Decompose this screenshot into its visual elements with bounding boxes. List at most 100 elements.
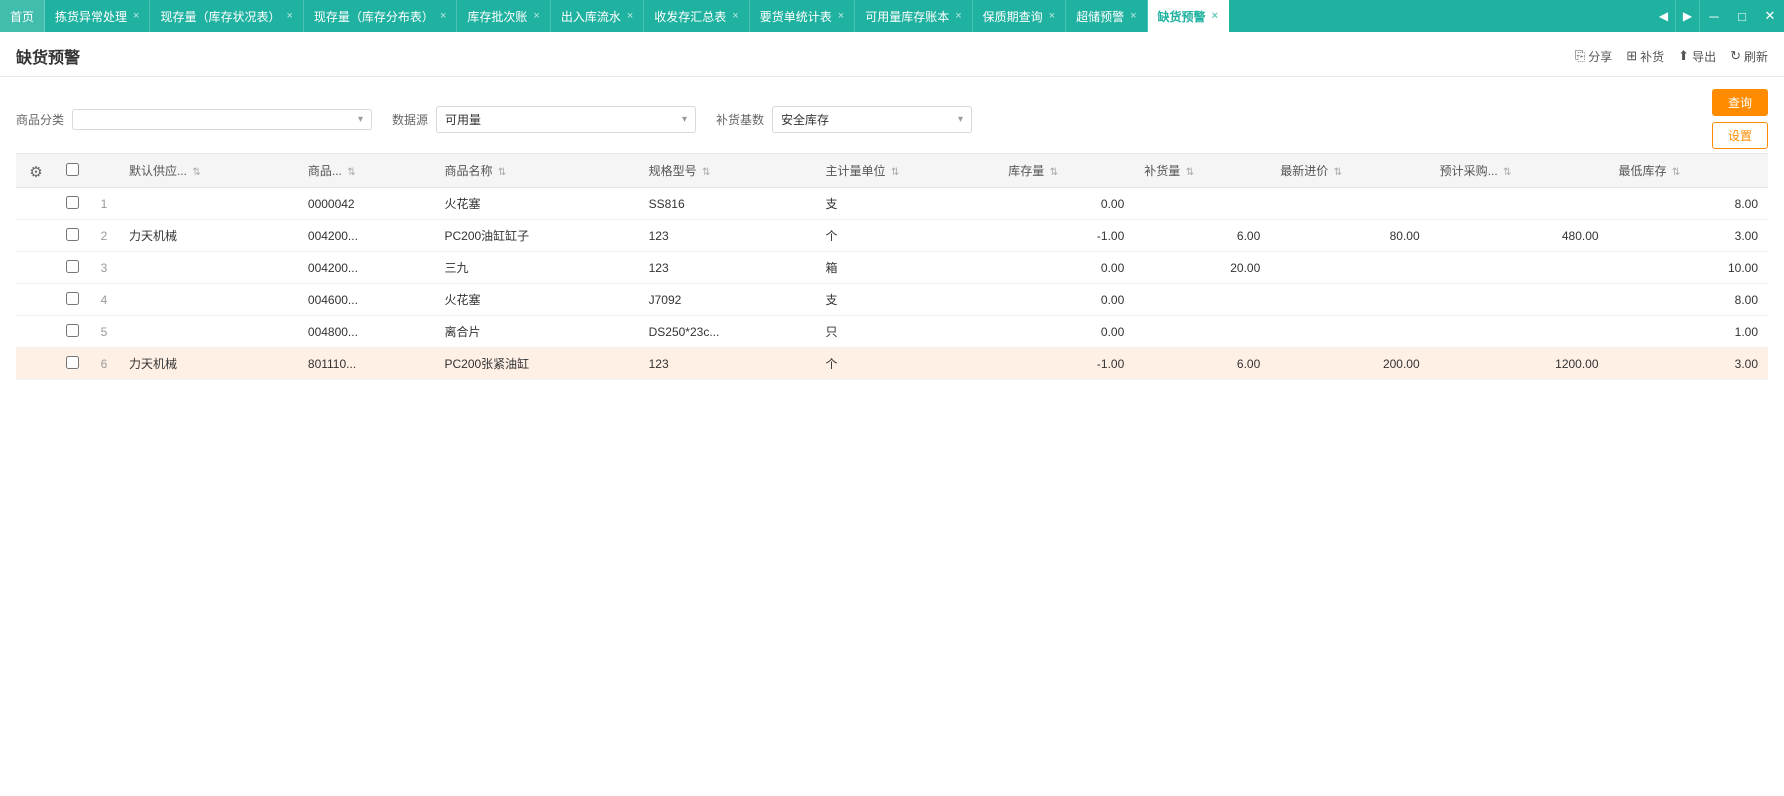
row-stock-qty-cell: 0.00 bbox=[998, 284, 1134, 316]
tab-order-stats[interactable]: 要货单统计表 × bbox=[750, 0, 855, 32]
tab-shortage-close[interactable]: × bbox=[1212, 10, 1218, 22]
share-button[interactable]: ⎘ 分享 bbox=[1575, 48, 1612, 65]
tab-picking-label: 拣货异常处理 bbox=[55, 8, 127, 25]
tab-stock-dist-label: 现存量（库存分布表） bbox=[314, 8, 434, 25]
row-latest-price-cell bbox=[1270, 316, 1429, 348]
select-all-checkbox[interactable] bbox=[66, 163, 79, 176]
col-replenish-qty[interactable]: 补货量 ⇅ bbox=[1134, 154, 1270, 188]
tab-picking[interactable]: 拣货异常处理 × bbox=[45, 0, 150, 32]
row-checkbox-4[interactable] bbox=[66, 324, 79, 337]
col-product-name[interactable]: 商品名称 ⇅ bbox=[434, 154, 638, 188]
tab-available-label: 可用量库存账本 bbox=[865, 8, 949, 25]
tab-next-button[interactable]: ▶ bbox=[1676, 0, 1700, 32]
datasource-select-value: 可用量 bbox=[445, 111, 682, 128]
window-maximize-button[interactable]: □ bbox=[1728, 0, 1756, 32]
tab-prev-button[interactable]: ◀ bbox=[1652, 0, 1676, 32]
row-num-cell: 6 bbox=[89, 348, 119, 380]
tab-order-stats-close[interactable]: × bbox=[838, 10, 844, 22]
col-unit-sort-icon: ⇅ bbox=[891, 167, 899, 178]
tab-stock-dist[interactable]: 现存量（库存分布表） × bbox=[304, 0, 457, 32]
row-spec-cell: 123 bbox=[639, 252, 816, 284]
page-header: 缺货预警 ⎘ 分享 ⊞ 补货 ⬆ 导出 ↻ 刷新 bbox=[0, 32, 1784, 77]
tab-batch-close[interactable]: × bbox=[533, 10, 539, 22]
row-product-code-cell: 004800... bbox=[298, 316, 435, 348]
col-unit[interactable]: 主计量单位 ⇅ bbox=[815, 154, 998, 188]
tab-stock-status[interactable]: 现存量（库存状况表） × bbox=[150, 0, 303, 32]
col-default-supplier[interactable]: 默认供应... ⇅ bbox=[119, 154, 298, 188]
gear-icon[interactable]: ⚙ bbox=[28, 163, 44, 179]
row-checkbox-cell[interactable] bbox=[56, 252, 89, 284]
col-spec[interactable]: 规格型号 ⇅ bbox=[639, 154, 816, 188]
window-minimize-button[interactable]: － bbox=[1700, 0, 1728, 32]
tab-available[interactable]: 可用量库存账本 × bbox=[855, 0, 972, 32]
row-product-name-cell: PC200油缸缸子 bbox=[434, 220, 638, 252]
query-button[interactable]: 查询 bbox=[1712, 89, 1768, 116]
table-row: 3 004200... 三九 123 箱 0.00 20.00 10.00 bbox=[16, 252, 1768, 284]
row-checkbox-cell[interactable] bbox=[56, 316, 89, 348]
row-checkbox-cell[interactable] bbox=[56, 284, 89, 316]
tab-summary-label: 收发存汇总表 bbox=[654, 8, 726, 25]
tab-picking-close[interactable]: × bbox=[133, 10, 139, 22]
tab-stock-dist-close[interactable]: × bbox=[440, 10, 446, 22]
datasource-select[interactable]: 可用量 ▾ bbox=[436, 106, 696, 133]
row-checkbox-3[interactable] bbox=[66, 292, 79, 305]
tab-batch-label: 库存批次账 bbox=[467, 8, 527, 25]
tab-summary-close[interactable]: × bbox=[732, 10, 738, 22]
col-gear[interactable]: ⚙ bbox=[16, 154, 56, 188]
tab-overstock-close[interactable]: × bbox=[1130, 10, 1136, 22]
replenish-button[interactable]: ⊞ 补货 bbox=[1626, 48, 1664, 65]
category-select[interactable]: ▾ bbox=[72, 109, 372, 130]
replenish-base-chevron-icon: ▾ bbox=[958, 114, 963, 125]
col-min-stock[interactable]: 最低库存 ⇅ bbox=[1609, 154, 1768, 188]
tab-inout[interactable]: 出入库流水 × bbox=[551, 0, 644, 32]
row-checkbox-cell[interactable] bbox=[56, 188, 89, 220]
row-checkbox-1[interactable] bbox=[66, 228, 79, 241]
col-latest-price[interactable]: 最新进价 ⇅ bbox=[1270, 154, 1429, 188]
col-stock-qty[interactable]: 库存量 ⇅ bbox=[998, 154, 1134, 188]
replenish-base-select[interactable]: 安全库存 ▾ bbox=[772, 106, 972, 133]
row-supplier-cell bbox=[119, 316, 298, 348]
col-product-code[interactable]: 商品... ⇅ bbox=[298, 154, 435, 188]
row-checkbox-cell[interactable] bbox=[56, 348, 89, 380]
row-product-name-cell: 火花塞 bbox=[434, 284, 638, 316]
tab-inout-close[interactable]: × bbox=[627, 10, 633, 22]
col-estimated-purchase[interactable]: 预计采购... ⇅ bbox=[1430, 154, 1609, 188]
row-min-stock-cell: 3.00 bbox=[1609, 348, 1768, 380]
tab-home[interactable]: 首页 bbox=[0, 0, 45, 32]
category-chevron-icon: ▾ bbox=[358, 114, 363, 125]
category-filter-group: 商品分类 ▾ bbox=[16, 109, 372, 130]
tab-order-stats-label: 要货单统计表 bbox=[760, 8, 832, 25]
settings-button[interactable]: 设置 bbox=[1712, 122, 1768, 149]
refresh-button[interactable]: ↻ 刷新 bbox=[1730, 48, 1768, 65]
row-product-code-cell: 004200... bbox=[298, 220, 435, 252]
tab-batch[interactable]: 库存批次账 × bbox=[457, 0, 550, 32]
row-checkbox-0[interactable] bbox=[66, 196, 79, 209]
table-row: 2 力天机械 004200... PC200油缸缸子 123 个 -1.00 6… bbox=[16, 220, 1768, 252]
tab-inout-label: 出入库流水 bbox=[561, 8, 621, 25]
row-checkbox-5[interactable] bbox=[66, 356, 79, 369]
tab-overstock[interactable]: 超储预警 × bbox=[1066, 0, 1147, 32]
row-gear-cell bbox=[16, 252, 56, 284]
tab-shelf-life-close[interactable]: × bbox=[1049, 10, 1055, 22]
tab-summary[interactable]: 收发存汇总表 × bbox=[644, 0, 749, 32]
tab-shelf-life[interactable]: 保质期查询 × bbox=[973, 0, 1066, 32]
row-checkbox-2[interactable] bbox=[66, 260, 79, 273]
tab-stock-status-close[interactable]: × bbox=[286, 10, 292, 22]
row-gear-cell bbox=[16, 284, 56, 316]
row-unit-cell: 个 bbox=[815, 220, 998, 252]
table-row: 6 力天机械 801110... PC200张紧油缸 123 个 -1.00 6… bbox=[16, 348, 1768, 380]
row-supplier-cell bbox=[119, 188, 298, 220]
col-spec-label: 规格型号 bbox=[649, 164, 697, 178]
row-checkbox-cell[interactable] bbox=[56, 220, 89, 252]
window-close-button[interactable]: ✕ bbox=[1756, 0, 1784, 32]
col-spec-sort-icon: ⇅ bbox=[702, 167, 710, 178]
col-min-stock-sort-icon: ⇅ bbox=[1672, 167, 1680, 178]
row-num-cell: 5 bbox=[89, 316, 119, 348]
col-select-all[interactable] bbox=[56, 154, 89, 188]
replenish-base-label: 补货基数 bbox=[716, 111, 764, 128]
page-content: 缺货预警 ⎘ 分享 ⊞ 补货 ⬆ 导出 ↻ 刷新 商品分类 bbox=[0, 32, 1784, 796]
tab-available-close[interactable]: × bbox=[955, 10, 961, 22]
tab-stock-status-label: 现存量（库存状况表） bbox=[160, 8, 280, 25]
tab-shortage[interactable]: 缺货预警 × bbox=[1148, 0, 1229, 32]
export-button[interactable]: ⬆ 导出 bbox=[1678, 48, 1716, 65]
